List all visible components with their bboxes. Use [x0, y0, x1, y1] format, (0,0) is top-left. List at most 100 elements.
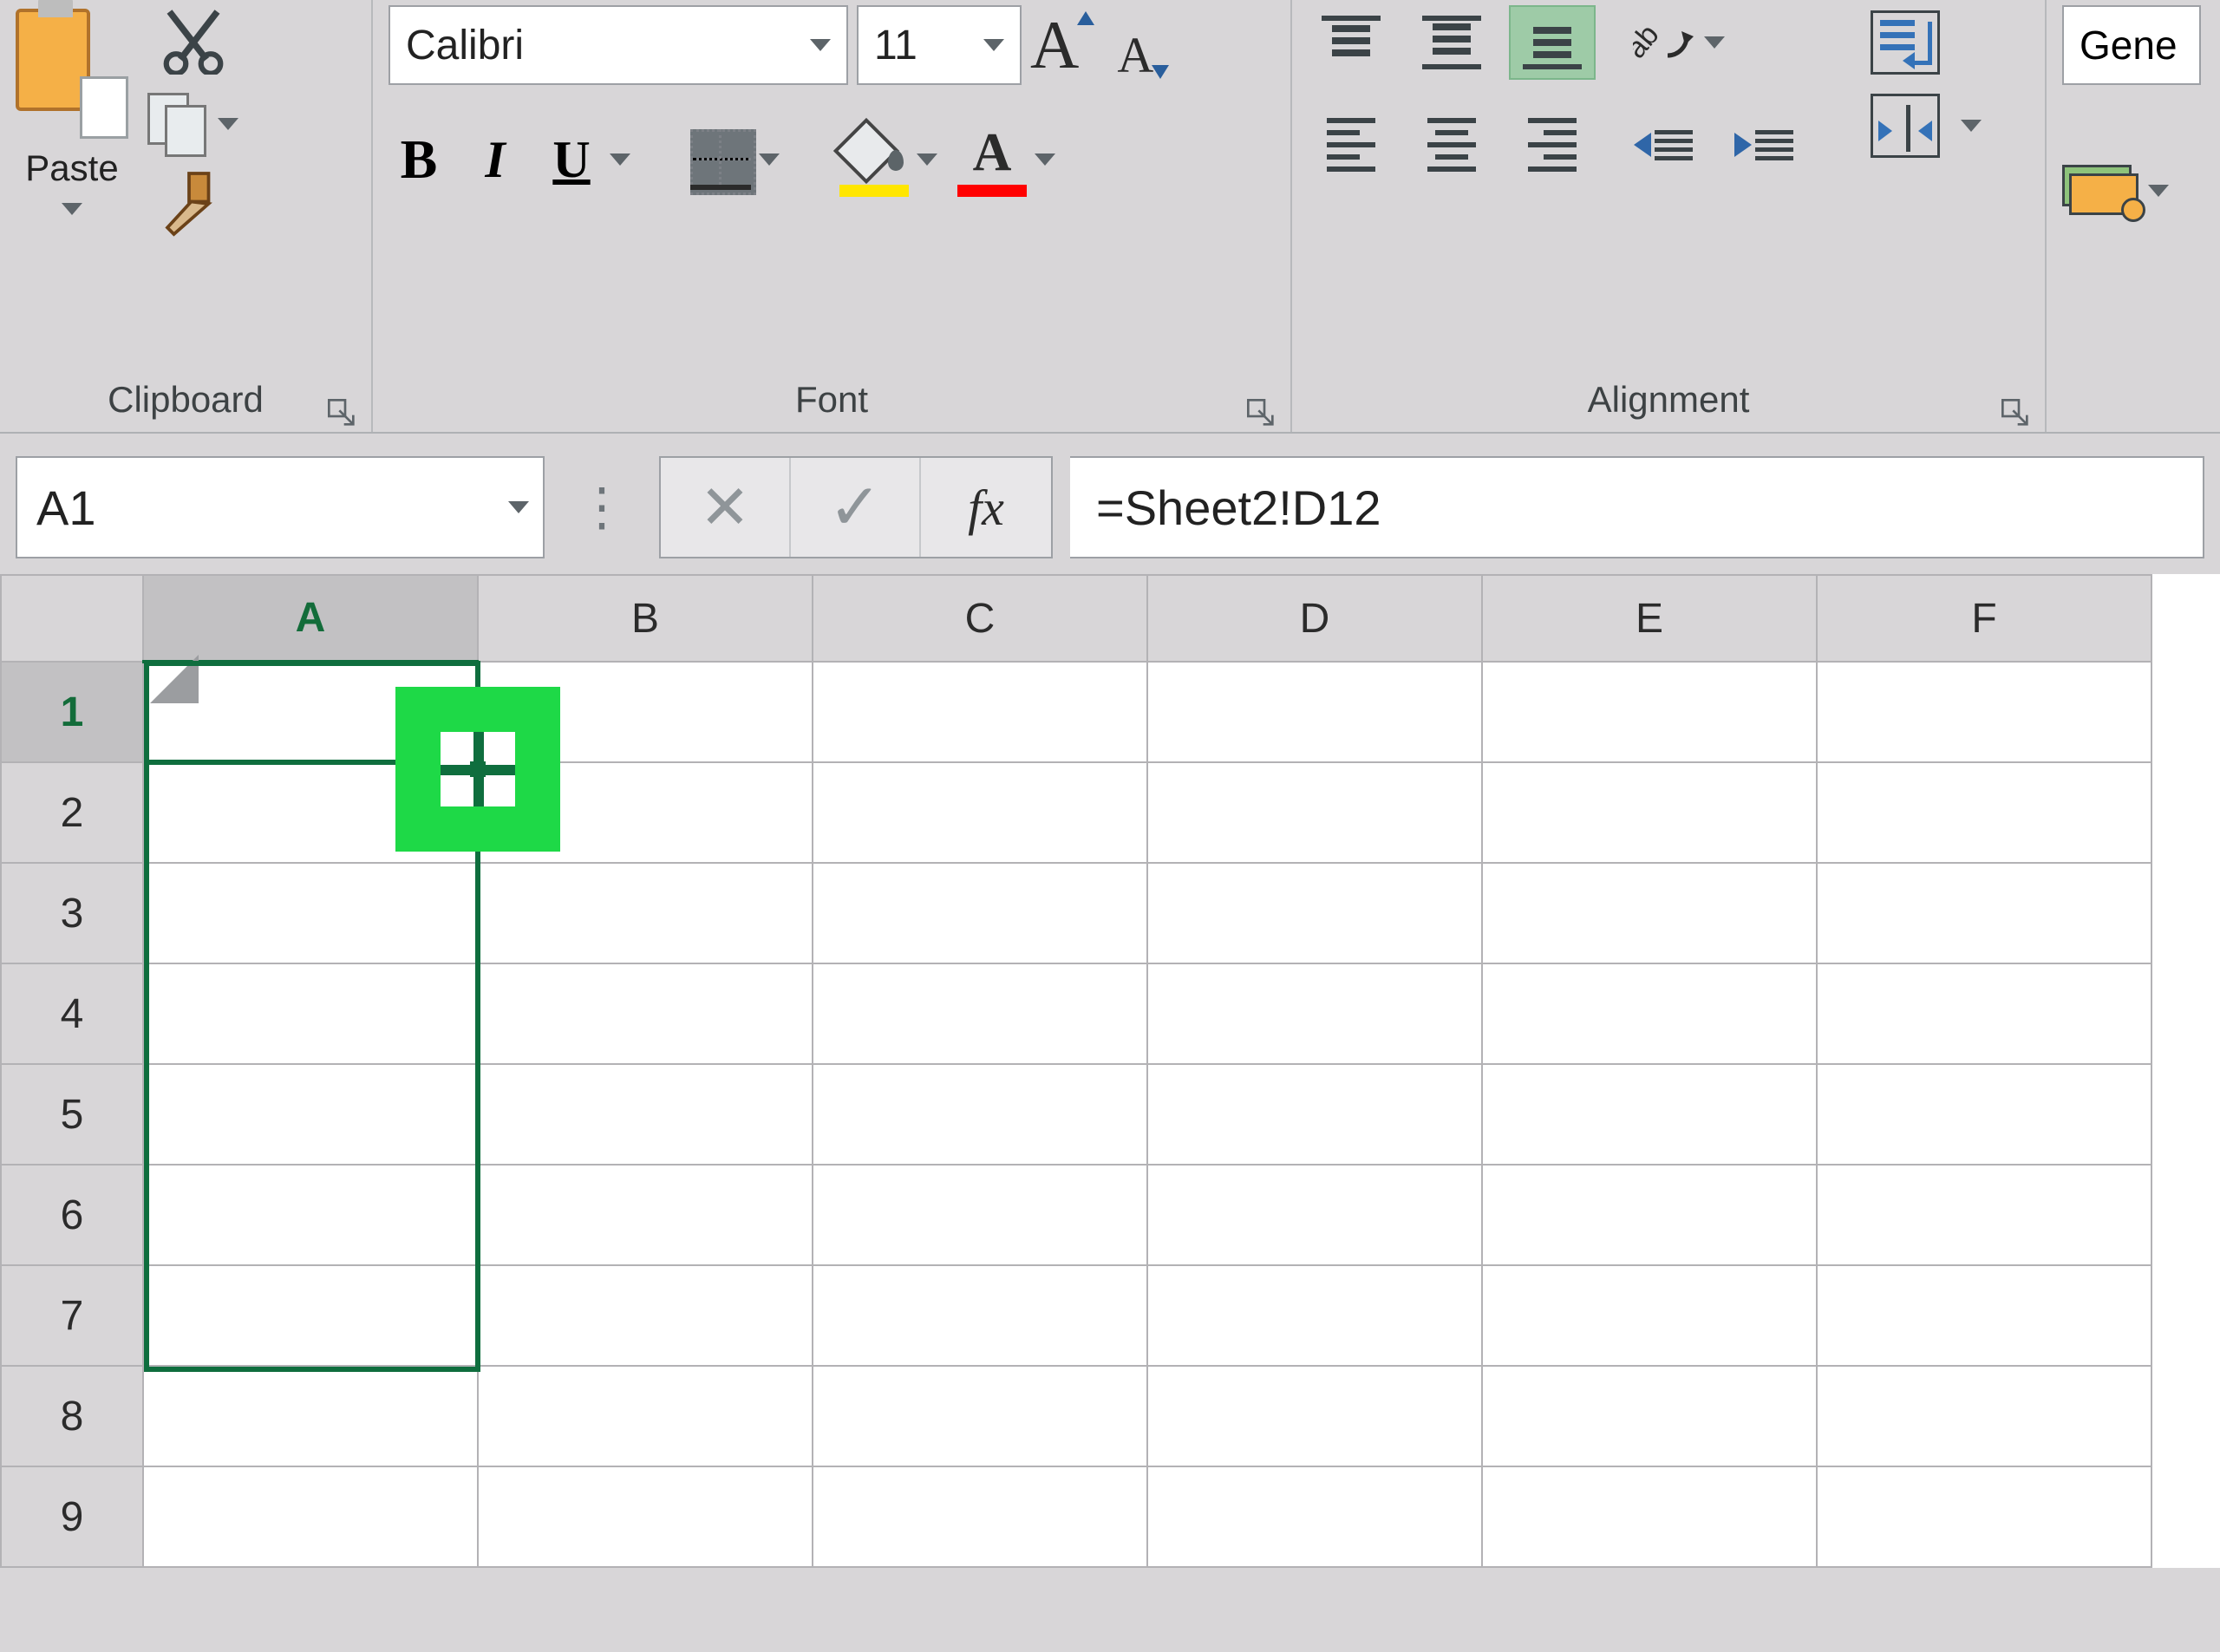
formula-input[interactable]: =Sheet2!D12 [1070, 456, 2204, 558]
increase-indent-button[interactable] [1720, 108, 1807, 182]
align-center-button[interactable] [1408, 108, 1495, 182]
cell-F4[interactable] [1817, 963, 2151, 1064]
row-header-2[interactable]: 2 [1, 762, 143, 863]
increase-font-button[interactable]: A [1030, 6, 1079, 84]
cell-B8[interactable] [478, 1366, 813, 1466]
cell-E7[interactable] [1482, 1265, 1817, 1366]
cell-D1[interactable] [1147, 662, 1482, 762]
borders-button[interactable] [690, 120, 751, 199]
decrease-font-button[interactable]: A [1117, 26, 1153, 84]
cell-A5[interactable] [143, 1064, 478, 1165]
row-header-1[interactable]: 1 [1, 662, 143, 762]
column-header-A[interactable]: A [143, 575, 478, 662]
cell-A4[interactable] [143, 963, 478, 1064]
cell-E9[interactable] [1482, 1466, 1817, 1567]
row-header-9[interactable]: 9 [1, 1466, 143, 1567]
cell-E1[interactable] [1482, 662, 1817, 762]
cut-button[interactable] [159, 5, 228, 79]
cell-E8[interactable] [1482, 1366, 1817, 1466]
underline-button[interactable]: U [541, 120, 602, 199]
column-header-E[interactable]: E [1482, 575, 1817, 662]
merge-dropdown[interactable] [1956, 111, 1986, 140]
cell-A7[interactable] [143, 1265, 478, 1366]
orientation-dropdown[interactable] [1700, 28, 1729, 57]
select-all-corner[interactable] [1, 575, 143, 662]
cell-A3[interactable] [143, 863, 478, 963]
borders-dropdown[interactable] [754, 145, 784, 174]
paste-dropdown[interactable] [57, 194, 87, 224]
row-header-6[interactable]: 6 [1, 1165, 143, 1265]
cell-F1[interactable] [1817, 662, 2151, 762]
align-middle-button[interactable] [1408, 5, 1495, 80]
row-header-8[interactable]: 8 [1, 1366, 143, 1466]
decrease-indent-button[interactable] [1620, 108, 1707, 182]
cell-C4[interactable] [813, 963, 1147, 1064]
column-header-D[interactable]: D [1147, 575, 1482, 662]
clipboard-launcher[interactable] [328, 394, 356, 421]
font-size-combo[interactable]: 11 [857, 5, 1022, 85]
insert-function-button[interactable]: fx [921, 458, 1051, 557]
cell-B7[interactable] [478, 1265, 813, 1366]
cell-B5[interactable] [478, 1064, 813, 1165]
accounting-format-button[interactable] [2062, 151, 2140, 231]
accounting-dropdown[interactable] [2144, 176, 2173, 206]
cell-E2[interactable] [1482, 762, 1817, 863]
cell-B2[interactable] [478, 762, 813, 863]
row-header-4[interactable]: 4 [1, 963, 143, 1064]
cell-E5[interactable] [1482, 1064, 1817, 1165]
cell-D6[interactable] [1147, 1165, 1482, 1265]
font-launcher[interactable] [1247, 394, 1275, 421]
cell-E6[interactable] [1482, 1165, 1817, 1265]
cell-F3[interactable] [1817, 863, 2151, 963]
underline-dropdown[interactable] [605, 145, 635, 174]
cell-E4[interactable] [1482, 963, 1817, 1064]
fill-color-dropdown[interactable] [912, 145, 942, 174]
cell-B4[interactable] [478, 963, 813, 1064]
font-name-combo[interactable]: Calibri [388, 5, 848, 85]
font-color-button[interactable]: A [957, 120, 1027, 199]
font-color-dropdown[interactable] [1030, 145, 1060, 174]
row-header-7[interactable]: 7 [1, 1265, 143, 1366]
cell-C6[interactable] [813, 1165, 1147, 1265]
cell-D4[interactable] [1147, 963, 1482, 1064]
cell-F6[interactable] [1817, 1165, 2151, 1265]
cell-F8[interactable] [1817, 1366, 2151, 1466]
cell-F7[interactable] [1817, 1265, 2151, 1366]
cell-C7[interactable] [813, 1265, 1147, 1366]
orientation-button[interactable]: ab [1630, 5, 1696, 80]
worksheet[interactable]: A B C D E F 1 2 3 4 5 6 7 8 9 [0, 574, 2220, 1568]
cell-B9[interactable] [478, 1466, 813, 1567]
cell-A2[interactable] [143, 762, 478, 863]
align-right-button[interactable] [1509, 108, 1596, 182]
cell-C1[interactable] [813, 662, 1147, 762]
cell-D8[interactable] [1147, 1366, 1482, 1466]
wrap-text-button[interactable] [1858, 5, 1953, 80]
cell-A8[interactable] [143, 1366, 478, 1466]
cell-D9[interactable] [1147, 1466, 1482, 1567]
cell-B1[interactable] [478, 662, 813, 762]
align-bottom-button[interactable] [1509, 5, 1596, 80]
align-left-button[interactable] [1308, 108, 1394, 182]
bold-button[interactable]: B [388, 120, 449, 199]
formula-resize-handle[interactable]: ⋮ [562, 477, 642, 538]
alignment-launcher[interactable] [2001, 394, 2029, 421]
format-painter-button[interactable] [159, 169, 228, 243]
cell-F9[interactable] [1817, 1466, 2151, 1567]
cell-D2[interactable] [1147, 762, 1482, 863]
column-header-C[interactable]: C [813, 575, 1147, 662]
italic-button[interactable]: I [465, 120, 526, 199]
cell-C8[interactable] [813, 1366, 1147, 1466]
fill-color-button[interactable] [839, 120, 909, 199]
cell-A9[interactable] [143, 1466, 478, 1567]
number-format-combo[interactable]: Gene [2062, 5, 2201, 85]
cell-D5[interactable] [1147, 1064, 1482, 1165]
cell-F5[interactable] [1817, 1064, 2151, 1165]
copy-dropdown[interactable] [213, 109, 243, 139]
cell-D3[interactable] [1147, 863, 1482, 963]
cancel-formula-button[interactable]: ✕ [661, 458, 791, 557]
cell-B6[interactable] [478, 1165, 813, 1265]
column-header-F[interactable]: F [1817, 575, 2151, 662]
cell-C5[interactable] [813, 1064, 1147, 1165]
cell-E3[interactable] [1482, 863, 1817, 963]
paste-button[interactable]: Paste [16, 5, 128, 224]
